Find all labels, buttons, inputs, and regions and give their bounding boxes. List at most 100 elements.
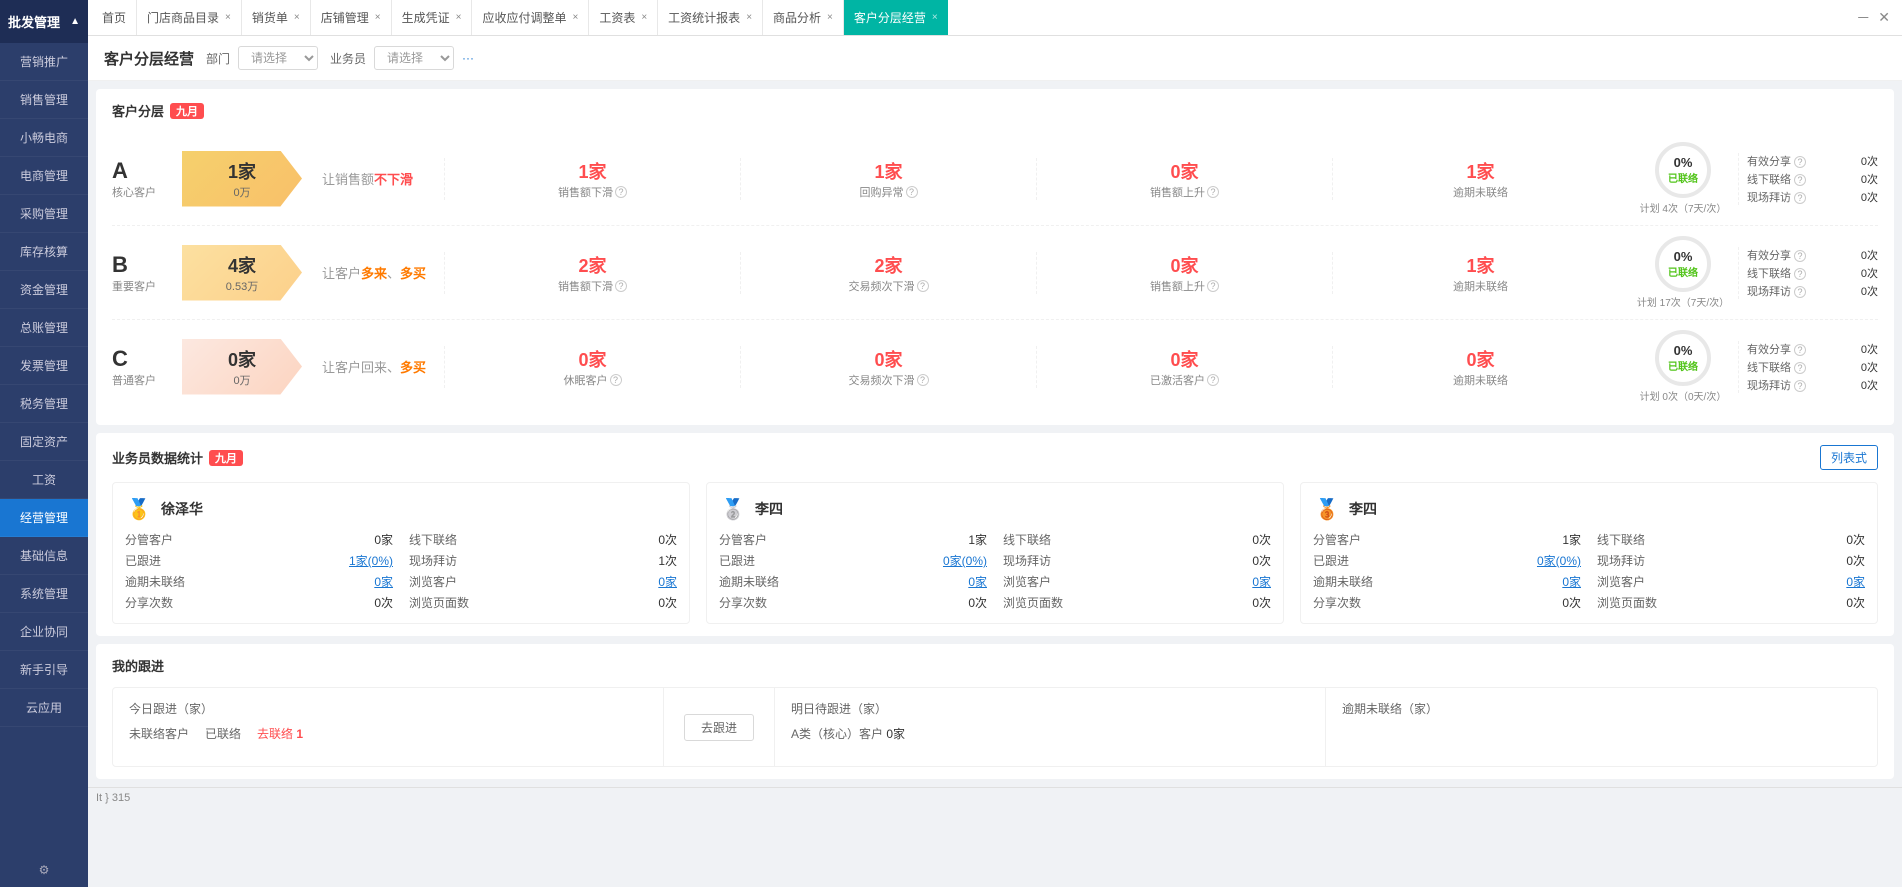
info-side-icon[interactable]: ? (1794, 286, 1806, 298)
tab-7[interactable]: 工资统计报表× (658, 0, 763, 36)
sidebar-item-7[interactable]: 总账管理 (0, 309, 88, 347)
tab-4[interactable]: 生成凭证× (392, 0, 473, 36)
info-icon2[interactable]: ? (917, 280, 929, 292)
sidebar-item-14[interactable]: 系统管理 (0, 575, 88, 613)
tab-close-3[interactable]: × (375, 12, 381, 23)
tier-stat-repurchase-label: 交易频次下滑 ? (849, 372, 929, 388)
side-stat-val: 0次 (1861, 247, 1878, 263)
tier-stat-salesup-A[interactable]: 0家 销售额上升 ? (1036, 158, 1332, 200)
info-icon[interactable]: ? (610, 374, 622, 386)
info-icon2[interactable]: ? (906, 186, 918, 198)
info-side-icon[interactable]: ? (1794, 250, 1806, 262)
sidebar-item-13[interactable]: 基础信息 (0, 537, 88, 575)
info-side-icon[interactable]: ? (1794, 192, 1806, 204)
sidebar-item-15[interactable]: 企业协同 (0, 613, 88, 651)
tab-close-5[interactable]: × (572, 12, 578, 23)
biz-stat-val: 0次 (1846, 552, 1865, 569)
sidebar-item-0[interactable]: 营销推广 (0, 43, 88, 81)
dept-select[interactable]: 请选择 (238, 46, 318, 70)
tab-9[interactable]: 客户分层经营× (844, 0, 948, 36)
sidebar-item-9[interactable]: 税务管理 (0, 385, 88, 423)
tier-stat-overdue-B[interactable]: 1家 逾期未联络 (1332, 252, 1628, 294)
info-icon[interactable]: ? (615, 186, 627, 198)
list-view-button[interactable]: 列表式 (1820, 445, 1878, 470)
sidebar-item-12[interactable]: 经营管理 (0, 499, 88, 537)
info-side-icon[interactable]: ? (1794, 380, 1806, 392)
biz-stat-val[interactable]: 0家(0%) (943, 552, 987, 569)
biz-stat-val[interactable]: 1家(0%) (349, 552, 393, 569)
sidebar-item-3[interactable]: 电商管理 (0, 157, 88, 195)
tier-stat-salesdown-C[interactable]: 0家 休眠客户 ? (444, 346, 740, 388)
tab-close-8[interactable]: × (827, 12, 833, 23)
sidebar-item-8[interactable]: 发票管理 (0, 347, 88, 385)
biz-stat-val[interactable]: 0家 (968, 573, 987, 590)
tab-5[interactable]: 应收应付调整单× (472, 0, 589, 36)
tab-close-6[interactable]: × (641, 12, 647, 23)
sidebar-item-10[interactable]: 固定资产 (0, 423, 88, 461)
biz-stat-val[interactable]: 0家 (1562, 573, 1581, 590)
sidebar-item-6[interactable]: 资金管理 (0, 271, 88, 309)
tab-close-4[interactable]: × (456, 12, 462, 23)
info-icon3[interactable]: ? (1207, 374, 1219, 386)
biz-title-group: 业务员数据统计 九月 (112, 448, 243, 467)
biz-stat-val[interactable]: 0家 (374, 573, 393, 590)
tab-3[interactable]: 店铺管理× (311, 0, 392, 36)
info-icon[interactable]: ? (615, 280, 627, 292)
info-icon2[interactable]: ? (917, 374, 929, 386)
info-side-icon[interactable]: ? (1794, 268, 1806, 280)
filter-more-icon[interactable]: ··· (462, 51, 474, 65)
overdue-followup-title: 逾期未联络（家） (1342, 700, 1861, 717)
biz-stat-row: 线下联络 0次 (409, 531, 677, 548)
biz-stat-label: 线下联络 (1597, 531, 1645, 548)
biz-stat-val[interactable]: 0家 (1252, 573, 1271, 590)
sidebar-item-11[interactable]: 工资 (0, 461, 88, 499)
tier-stat-repurchase-A[interactable]: 1家 回购异常 ? (740, 158, 1036, 200)
biz-card-header-0: 🥇 徐泽华 (125, 495, 677, 523)
tier-stat-salesdown-B[interactable]: 2家 销售额下滑 ? (444, 252, 740, 294)
window-close-icon[interactable]: ✕ (1878, 9, 1890, 26)
staff-select[interactable]: 请选择 (374, 46, 454, 70)
tab-close-2[interactable]: × (294, 12, 300, 23)
tier-stat-repurchase-B[interactable]: 2家 交易频次下滑 ? (740, 252, 1036, 294)
tier-stat-overdue-C[interactable]: 0家 逾期未联络 (1332, 346, 1628, 388)
info-icon3[interactable]: ? (1207, 186, 1219, 198)
tier-stat-salesup-B[interactable]: 0家 销售额上升 ? (1036, 252, 1332, 294)
tier-side-stats-A: 有效分享 ? 0次 线下联络 ? 0次 现场拜访 ? 0次 (1738, 153, 1878, 205)
tab-2[interactable]: 销货单× (242, 0, 311, 36)
info-side-icon[interactable]: ? (1794, 344, 1806, 356)
tab-close-1[interactable]: × (225, 12, 231, 23)
tab-0[interactable]: 首页 (92, 0, 137, 36)
sidebar-item-5[interactable]: 库存核算 (0, 233, 88, 271)
info-side-icon[interactable]: ? (1794, 174, 1806, 186)
tier-stat-repurchase-C[interactable]: 0家 交易频次下滑 ? (740, 346, 1036, 388)
sidebar-item-2[interactable]: 小畅电商 (0, 119, 88, 157)
page-title: 客户分层经营 (104, 48, 194, 69)
biz-stat-val[interactable]: 0家 (658, 573, 677, 590)
window-minimize-icon[interactable]: － (1856, 8, 1870, 28)
info-side-icon[interactable]: ? (1794, 156, 1806, 168)
sidebar-item-4[interactable]: 采购管理 (0, 195, 88, 233)
biz-stat-val[interactable]: 0家(0%) (1537, 552, 1581, 569)
tab-8[interactable]: 商品分析× (763, 0, 844, 36)
biz-stat-val[interactable]: 0家 (1846, 573, 1865, 590)
tab-6[interactable]: 工资表× (589, 0, 658, 36)
tier-stat-salesup-C[interactable]: 0家 已激活客户 ? (1036, 346, 1332, 388)
tier-stat-overdue-A[interactable]: 1家 逾期未联络 (1332, 158, 1628, 200)
tier-count-area-C: 0家 0万 (182, 339, 302, 395)
today-followup-title: 今日跟进（家） (129, 700, 647, 717)
tab-close-7[interactable]: × (746, 12, 752, 23)
tier-stat-salesdown-A[interactable]: 1家 销售额下滑 ? (444, 158, 740, 200)
sidebar-header[interactable]: 批发管理 ▲ (0, 0, 88, 43)
info-icon3[interactable]: ? (1207, 280, 1219, 292)
sidebar-item-17[interactable]: 云应用 (0, 689, 88, 727)
biz-stat-row: 分享次数 0次 (1313, 594, 1581, 611)
sidebar-item-16[interactable]: 新手引导 (0, 651, 88, 689)
tab-close-9[interactable]: × (932, 12, 938, 23)
tab-1[interactable]: 门店商品目录× (137, 0, 242, 36)
tier-count-area-A: 1家 0万 (182, 151, 302, 207)
sidebar-item-1[interactable]: 销售管理 (0, 81, 88, 119)
goto-followup-button[interactable]: 去跟进 (684, 714, 754, 741)
sidebar-settings[interactable]: ⚙ (0, 853, 88, 887)
info-side-icon[interactable]: ? (1794, 362, 1806, 374)
side-stat-label: 线下联络 ? (1747, 171, 1806, 187)
